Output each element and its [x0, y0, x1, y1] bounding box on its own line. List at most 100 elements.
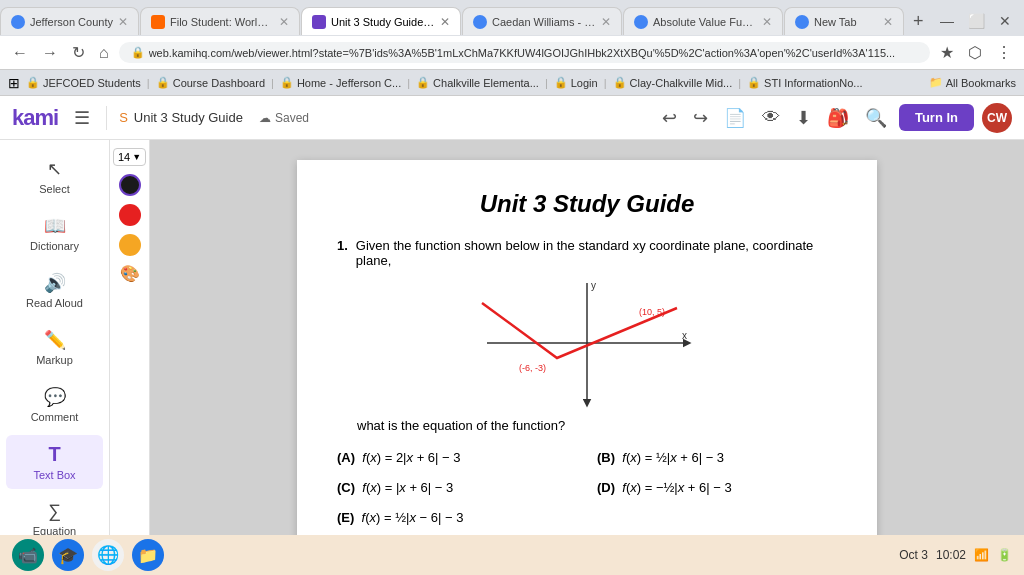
tray-app-classroom[interactable]: 🎓	[52, 539, 84, 571]
classroom-icon: 🎓	[58, 546, 78, 565]
sidebar-item-comment[interactable]: 💬 Comment	[6, 378, 103, 431]
tab-absolute-value[interactable]: Absolute Value Functi... ✕	[623, 7, 783, 35]
font-size-control[interactable]: 14 ▼	[113, 148, 146, 166]
bookmark-icon: 🔒	[416, 76, 430, 89]
select-icon: ↖	[47, 158, 62, 180]
read-aloud-icon: 🔊	[44, 272, 66, 294]
forward-button[interactable]: →	[38, 42, 62, 64]
download-button[interactable]: ⬇	[792, 103, 815, 133]
system-tray: 📹 🎓 🌐 📁 Oct 3 10:02 📶 🔋	[0, 535, 1024, 575]
palette-icon[interactable]: 🎨	[120, 264, 140, 283]
sidebar-label: Comment	[31, 411, 79, 423]
tab-label: Jefferson County	[30, 16, 113, 28]
bookmark-clay-chalkville[interactable]: 🔒 Clay-Chalkville Mid...	[613, 76, 733, 89]
tray-app-meet[interactable]: 📹	[12, 539, 44, 571]
tab-close-icon[interactable]: ✕	[118, 15, 128, 29]
saved-label: Saved	[275, 111, 309, 125]
sidebar-label: Read Aloud	[26, 297, 83, 309]
tab-close-icon[interactable]: ✕	[601, 15, 611, 29]
url-box[interactable]: 🔒 web.kamihq.com/web/viewer.html?state=%…	[119, 42, 930, 63]
home-button[interactable]: ⌂	[95, 42, 113, 64]
question-1: 1. Given the function shown below in the…	[337, 238, 837, 268]
tab-new-tab[interactable]: New Tab ✕	[784, 7, 904, 35]
sidebar-toggle-button[interactable]: ☰	[70, 103, 94, 133]
bookmark-home-jefferson[interactable]: 🔒 Home - Jefferson C...	[280, 76, 401, 89]
chrome-icon: 🌐	[97, 544, 119, 566]
choice-a: (A) f(x) = 2|x + 6| − 3	[337, 445, 557, 471]
tab-label: Unit 3 Study Guide | S...	[331, 16, 435, 28]
bookmark-icon: 🔒	[26, 76, 40, 89]
content-area: Unit 3 Study Guide 1. Given the function…	[150, 140, 1024, 575]
menu-button[interactable]: ⋮	[992, 41, 1016, 64]
turn-in-button[interactable]: Turn In	[899, 104, 974, 131]
tab-close-icon[interactable]: ✕	[762, 15, 772, 29]
view-button[interactable]: 👁	[758, 103, 784, 132]
bookmark-chalkville[interactable]: 🔒 Chalkville Elementa...	[416, 76, 539, 89]
new-tab-button[interactable]: +	[905, 11, 932, 32]
svg-text:(-6, -3): (-6, -3)	[519, 363, 546, 373]
tray-right: Oct 3 10:02 📶 🔋	[899, 548, 1012, 562]
bookmark-icon: 🔒	[613, 76, 627, 89]
sidebar-item-text-box[interactable]: T Text Box	[6, 435, 103, 489]
sidebar-item-read-aloud[interactable]: 🔊 Read Aloud	[6, 264, 103, 317]
restore-button[interactable]: ⬜	[963, 11, 990, 31]
bookmark-course-dashboard[interactable]: 🔒 Course Dashboard	[156, 76, 265, 89]
bookmark-all[interactable]: 📁 All Bookmarks	[929, 76, 1016, 89]
color-swatch-red[interactable]	[119, 204, 141, 226]
bookmark-star-button[interactable]: ★	[936, 41, 958, 64]
markup-icon: ✏️	[44, 329, 66, 351]
tray-date: Oct 3	[899, 548, 928, 562]
lock-icon: 🔒	[131, 46, 145, 59]
tray-app-files[interactable]: 📁	[132, 539, 164, 571]
bookmark-icon: 🔒	[156, 76, 170, 89]
tab-caedan[interactable]: Caedan Williams - Un... ✕	[462, 7, 622, 35]
avatar[interactable]: CW	[982, 103, 1012, 133]
sidebar-item-dictionary[interactable]: 📖 Dictionary	[6, 207, 103, 260]
question-number: 1.	[337, 238, 348, 268]
tab-study-guide[interactable]: Unit 3 Study Guide | S... ✕	[301, 7, 461, 35]
tab-close-icon[interactable]: ✕	[883, 15, 893, 29]
svg-text:(10, 5): (10, 5)	[639, 307, 665, 317]
share-button[interactable]: 🎒	[823, 103, 853, 133]
sidebar-item-markup[interactable]: ✏️ Markup	[6, 321, 103, 374]
undo-button[interactable]: ↩	[658, 103, 681, 133]
dictionary-icon: 📖	[44, 215, 66, 237]
tab-close-icon[interactable]: ✕	[279, 15, 289, 29]
sidebar-label: Text Box	[33, 469, 75, 481]
extensions-button[interactable]: ⬡	[964, 41, 986, 64]
app-bar-tools: ↩ ↪ 📄 👁 ⬇ 🎒 🔍 Turn In CW	[658, 103, 1012, 133]
doc-title-area: S Unit 3 Study Guide	[119, 110, 243, 125]
answer-choices: (A) f(x) = 2|x + 6| − 3 (B) f(x) = ½|x +…	[337, 445, 837, 531]
tab-label: Filo Student: World's C...	[170, 16, 274, 28]
search-button[interactable]: 🔍	[861, 103, 891, 133]
back-button[interactable]: ←	[8, 42, 32, 64]
redo-button[interactable]: ↪	[689, 103, 712, 133]
sidebar-label: Markup	[36, 354, 73, 366]
browser-chrome: Jefferson County ✕ Filo Student: World's…	[0, 0, 1024, 96]
bookmark-icon: 🔒	[747, 76, 761, 89]
bookmark-icon: 🔒	[280, 76, 294, 89]
browser-controls: — ⬜ ✕	[935, 11, 1024, 31]
tray-app-chrome[interactable]: 🌐	[92, 539, 124, 571]
bookmark-bar: ⊞ 🔒 JEFCOED Students | 🔒 Course Dashboar…	[0, 70, 1024, 96]
bookmark-jefcoed[interactable]: 🔒 JEFCOED Students	[26, 76, 141, 89]
choice-c: (C) f(x) = |x + 6| − 3	[337, 475, 557, 501]
tab-bar: Jefferson County ✕ Filo Student: World's…	[0, 0, 1024, 36]
tab-jefferson-county[interactable]: Jefferson County ✕	[0, 7, 139, 35]
graph-container: x y (10, 5) (-6, -3)	[337, 278, 837, 408]
color-swatch-orange[interactable]	[119, 234, 141, 256]
refresh-button[interactable]: ↻	[68, 41, 89, 64]
divider	[106, 106, 107, 130]
sidebar-item-select[interactable]: ↖ Select	[6, 150, 103, 203]
bookmark-sti[interactable]: 🔒 STI InformationNo...	[747, 76, 862, 89]
close-button[interactable]: ✕	[994, 11, 1016, 31]
comment-icon: 💬	[44, 386, 66, 408]
kami-logo: kami	[12, 105, 58, 131]
document-button[interactable]: 📄	[720, 103, 750, 133]
bookmark-login[interactable]: 🔒 Login	[554, 76, 598, 89]
minimize-button[interactable]: —	[935, 11, 959, 31]
apps-icon: ⊞	[8, 75, 20, 91]
tab-close-icon[interactable]: ✕	[440, 15, 450, 29]
tab-filo[interactable]: Filo Student: World's C... ✕	[140, 7, 300, 35]
color-swatch-black[interactable]	[119, 174, 141, 196]
